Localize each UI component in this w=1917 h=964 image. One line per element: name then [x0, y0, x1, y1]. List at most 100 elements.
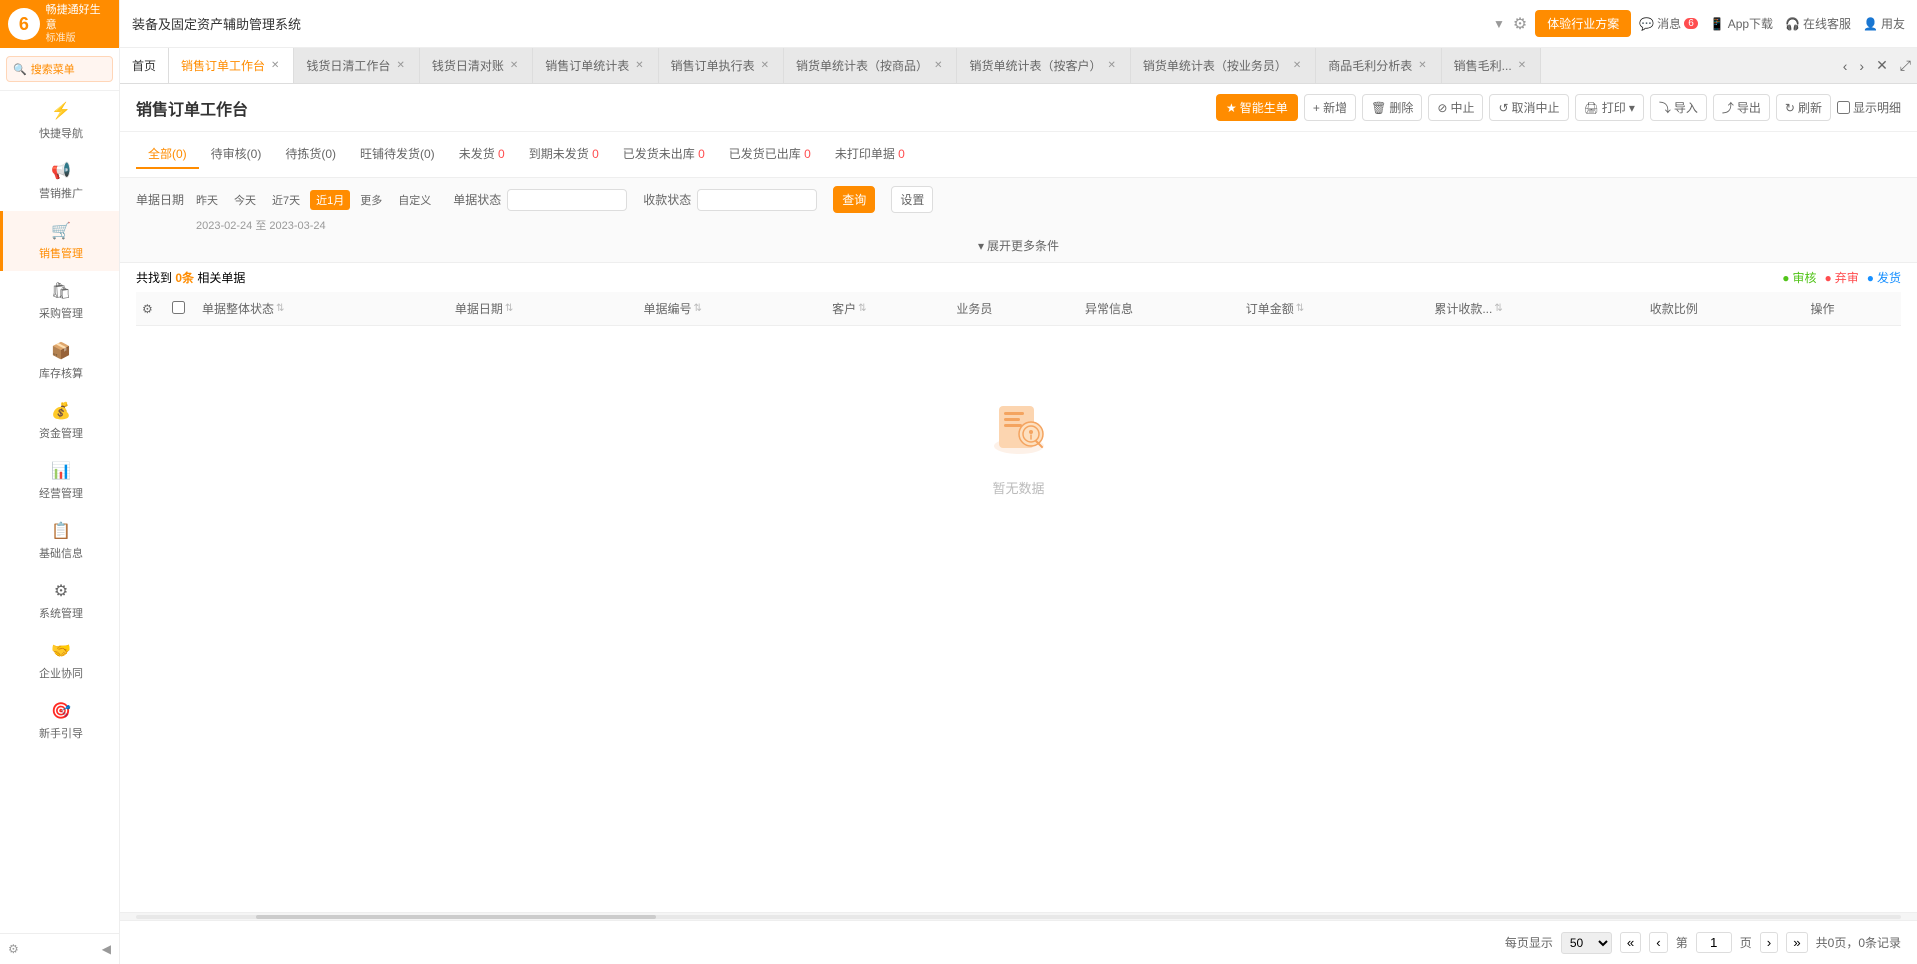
- stop-button[interactable]: ⊘ 中止: [1428, 94, 1483, 121]
- tab-sales-order-workspace[interactable]: 销售订单工作台 ✕: [169, 48, 294, 84]
- settings-filter-button[interactable]: 设置: [891, 186, 933, 213]
- tab-close-daily-clear[interactable]: ✕: [394, 59, 406, 72]
- tab-close-customer-stats[interactable]: ✕: [1105, 59, 1117, 72]
- tab-daily-clear[interactable]: 钱货日清工作台 ✕: [294, 48, 419, 84]
- empty-illustration: [979, 386, 1059, 466]
- industry-solution-button[interactable]: 体验行业方案: [1535, 10, 1631, 37]
- last-page-button[interactable]: »: [1786, 932, 1807, 953]
- col-checkbox[interactable]: [166, 292, 196, 326]
- col-amount[interactable]: 订单金额: [1240, 292, 1429, 326]
- cancel-stop-button[interactable]: ↺ 取消中止: [1489, 94, 1568, 121]
- scrollbar-thumb[interactable]: [256, 915, 656, 919]
- col-settings[interactable]: ⚙: [136, 292, 166, 326]
- subtab-shipped-not-out[interactable]: 已发货未出库 0: [611, 140, 717, 169]
- sidebar-item-newbie[interactable]: 🎯 新手引导: [0, 691, 119, 751]
- date-btn-yesterday[interactable]: 昨天: [190, 190, 224, 210]
- user-menu[interactable]: 👤 用友: [1863, 15, 1905, 32]
- expand-filter-button[interactable]: ▾ 展开更多条件: [978, 237, 1059, 254]
- tab-goods-stats[interactable]: 销货单统计表（按商品） ✕: [784, 48, 957, 84]
- module-dropdown-icon[interactable]: ▼: [1493, 17, 1505, 31]
- online-service[interactable]: 🎧 在线客服: [1785, 15, 1851, 32]
- search-menu-button[interactable]: 🔍 搜索菜单: [6, 56, 113, 82]
- sidebar-item-system[interactable]: ⚙ 系统管理: [0, 571, 119, 631]
- tab-sales-gross[interactable]: 销售毛利... ✕: [1442, 48, 1541, 84]
- sidebar-item-purchase[interactable]: 🛍 采购管理: [0, 271, 119, 331]
- subtab-pending-pick[interactable]: 待拣货(0): [273, 140, 348, 169]
- tab-gross-analysis[interactable]: 商品毛利分析表 ✕: [1316, 48, 1441, 84]
- horizontal-scrollbar[interactable]: [120, 912, 1917, 920]
- delete-button[interactable]: 🗑 删除: [1362, 94, 1422, 121]
- show-detail-checkbox[interactable]: 显示明细: [1837, 99, 1901, 116]
- subtab-wangpu-pending[interactable]: 旺铺待发货(0): [348, 140, 447, 169]
- page-content: 销售订单工作台 ★ 智能生单 + 新增 🗑 删除 ⊘ 中止 ↺ 取消中止: [120, 84, 1917, 964]
- prev-page-button[interactable]: ‹: [1649, 932, 1667, 953]
- tab-home[interactable]: 首页: [120, 48, 169, 84]
- tab-close-gross-analysis[interactable]: ✕: [1416, 59, 1428, 72]
- sidebar-settings-icon[interactable]: ⚙: [8, 942, 19, 956]
- message-center[interactable]: 💬 消息 6: [1639, 15, 1698, 32]
- print-button[interactable]: 🖨 打印 ▾: [1575, 94, 1644, 121]
- payment-select[interactable]: [697, 189, 817, 211]
- module-title: 装备及固定资产辅助管理系统: [132, 14, 1485, 33]
- page-number-input[interactable]: [1696, 932, 1732, 953]
- date-btn-custom[interactable]: 自定义: [392, 190, 437, 210]
- tab-close-sales-order[interactable]: ✕: [269, 59, 281, 72]
- sidebar-item-enterprise[interactable]: 🤝 企业协同: [0, 631, 119, 691]
- tab-scroll-left[interactable]: ‹: [1837, 54, 1854, 78]
- col-date[interactable]: 单据日期: [449, 292, 638, 326]
- subtab-not-shipped[interactable]: 未发货 0: [447, 140, 517, 169]
- tab-close-sales-gross[interactable]: ✕: [1516, 59, 1528, 72]
- date-btn-more[interactable]: 更多: [354, 190, 388, 210]
- tab-scroll-right[interactable]: ›: [1853, 54, 1870, 78]
- query-button[interactable]: 查询: [833, 186, 875, 213]
- tab-salesman-stats[interactable]: 销货单统计表（按业务员） ✕: [1131, 48, 1316, 84]
- ai-generate-button[interactable]: ★ 智能生单: [1216, 94, 1298, 121]
- subtab-overdue-not-shipped[interactable]: 到期未发货 0: [517, 140, 611, 169]
- col-status[interactable]: 单据整体状态: [196, 292, 449, 326]
- show-detail-input[interactable]: [1837, 101, 1850, 114]
- sidebar-collapse-icon[interactable]: ◀: [102, 942, 111, 956]
- status-select[interactable]: [507, 189, 627, 211]
- sidebar-item-marketing[interactable]: 📢 营销推广: [0, 151, 119, 211]
- col-number[interactable]: 单据编号: [637, 292, 826, 326]
- tab-sales-exec[interactable]: 销售订单执行表 ✕: [659, 48, 784, 84]
- sidebar-item-sales[interactable]: 🛒 销售管理: [0, 211, 119, 271]
- tab-close-salesman-stats[interactable]: ✕: [1291, 59, 1303, 72]
- sidebar-item-finance[interactable]: 💰 资金管理: [0, 391, 119, 451]
- subtab-pending-audit[interactable]: 待审核(0): [199, 140, 274, 169]
- sidebar-item-quick-nav[interactable]: ⚡ 快捷导航: [0, 91, 119, 151]
- tab-close-sales-stats[interactable]: ✕: [633, 59, 645, 72]
- tab-close-reconciliation[interactable]: ✕: [508, 59, 520, 72]
- subtab-shipped-out[interactable]: 已发货已出库 0: [717, 140, 823, 169]
- tab-reconciliation[interactable]: 钱货日清对账 ✕: [420, 48, 533, 84]
- date-btn-today[interactable]: 今天: [228, 190, 262, 210]
- batch-deliver-button[interactable]: ● 发货: [1867, 269, 1901, 286]
- export-button[interactable]: ⤴ 导出: [1713, 94, 1770, 121]
- subtab-all[interactable]: 全部(0): [136, 140, 199, 169]
- tab-close-goods-stats[interactable]: ✕: [932, 59, 944, 72]
- refresh-button[interactable]: ↻ 刷新: [1776, 94, 1831, 121]
- subtab-not-printed[interactable]: 未打印单据 0: [823, 140, 917, 169]
- date-btn-7days[interactable]: 近7天: [266, 190, 306, 210]
- batch-reject-button[interactable]: ● 弃审: [1824, 269, 1858, 286]
- app-download[interactable]: 📱 App下载: [1710, 15, 1773, 32]
- select-all-checkbox[interactable]: [172, 301, 185, 314]
- sidebar-item-management[interactable]: 📊 经营管理: [0, 451, 119, 511]
- date-btn-1month[interactable]: 近1月: [310, 190, 350, 210]
- import-button[interactable]: ⤵ 导入: [1650, 94, 1707, 121]
- next-page-button[interactable]: ›: [1760, 932, 1778, 953]
- col-customer[interactable]: 客户: [826, 292, 950, 326]
- tab-close-sales-exec[interactable]: ✕: [759, 59, 771, 72]
- tab-close-all[interactable]: ✕: [1870, 53, 1894, 78]
- col-received[interactable]: 累计收款...: [1428, 292, 1643, 326]
- new-button[interactable]: + 新增: [1304, 94, 1356, 121]
- sidebar-item-inventory[interactable]: 📦 库存核算: [0, 331, 119, 391]
- topbar-settings-icon[interactable]: ⚙: [1513, 14, 1527, 34]
- first-page-button[interactable]: «: [1620, 932, 1641, 953]
- sidebar-item-basic-info[interactable]: 📋 基础信息: [0, 511, 119, 571]
- batch-audit-button[interactable]: ● 审核: [1782, 269, 1816, 286]
- tab-customer-stats[interactable]: 销货单统计表（按客户） ✕: [957, 48, 1130, 84]
- tab-maximize[interactable]: ⤢: [1894, 53, 1917, 78]
- page-size-select[interactable]: 50 10 20 100: [1561, 932, 1612, 954]
- tab-sales-stats[interactable]: 销售订单统计表 ✕: [533, 48, 658, 84]
